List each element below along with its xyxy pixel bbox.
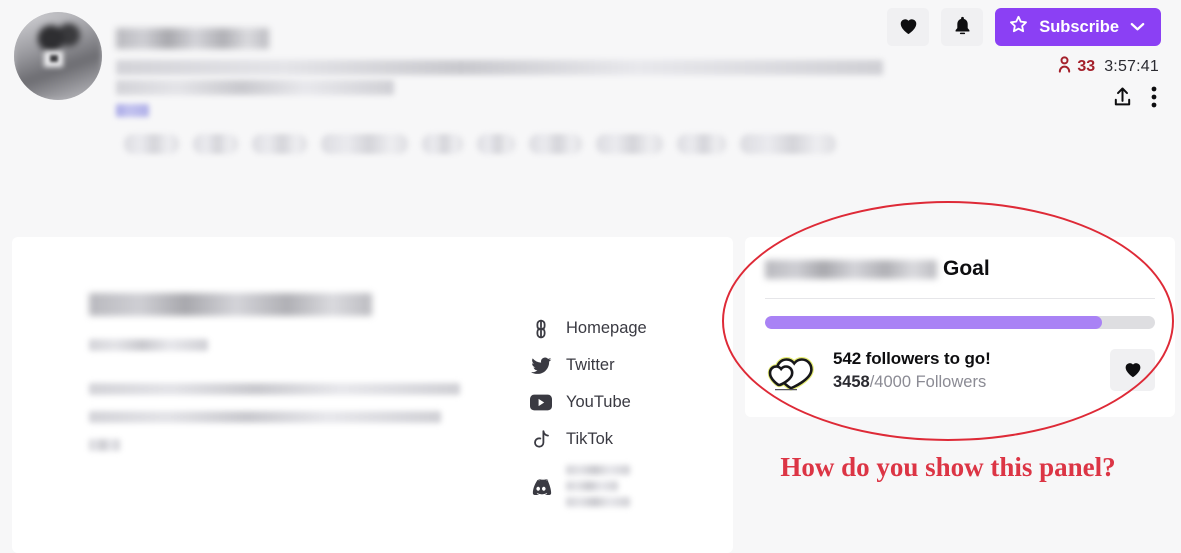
more-options-button[interactable] — [1151, 86, 1157, 111]
goal-current-count: 3458 — [833, 372, 870, 391]
social-link-label: Homepage — [566, 319, 647, 337]
stream-title-line-2: [redacted] — [116, 80, 394, 95]
stream-channel-page: [redacted] [redacted] [redacted] [redact… — [0, 0, 1181, 553]
goal-remaining-text: 542 followers to go! — [833, 348, 991, 368]
avatar-image-detail — [50, 55, 58, 63]
annotation-question: How do you show this panel? — [780, 452, 1116, 482]
stream-title-line-1: [redacted] — [116, 60, 883, 75]
social-link-label: Twitter — [566, 356, 615, 374]
link-icon — [530, 319, 552, 339]
tag-item[interactable]: [redacted] — [596, 134, 663, 154]
tag-item[interactable]: [redacted] — [193, 134, 238, 154]
subscribe-button[interactable]: Subscribe — [995, 8, 1161, 46]
about-heading: [redacted] — [89, 293, 372, 316]
tag-item[interactable]: [redacted] — [124, 134, 179, 154]
goal-progress-bar — [765, 316, 1155, 329]
social-link-label-line — [566, 481, 618, 491]
tag-item[interactable]: [redacted] — [677, 134, 726, 154]
follower-goal-panel: [redacted] Goal 542 followers to go! 345… — [745, 237, 1175, 417]
share-button[interactable] — [1112, 86, 1133, 111]
social-link-label: [redacted] — [566, 465, 630, 475]
about-followers-count: [redacted] — [89, 339, 208, 351]
goal-title-suffix: Goal — [943, 257, 990, 280]
subscribe-label: Subscribe — [1039, 17, 1119, 36]
social-link-label-group: [redacted] — [566, 465, 630, 507]
divider — [765, 298, 1155, 299]
discord-icon — [530, 478, 552, 495]
social-link-discord[interactable]: [redacted] — [530, 458, 647, 514]
goal-text: 542 followers to go! 3458/4000 Followers — [825, 349, 1110, 392]
goal-owner-name: [redacted] — [765, 259, 937, 279]
stream-tags: [redacted] [redacted] [redacted] [redact… — [124, 134, 904, 154]
share-upload-icon — [1112, 86, 1133, 111]
social-link-twitter[interactable]: Twitter — [530, 347, 647, 384]
goal-progress-fill — [765, 316, 1103, 329]
heart-icon — [1123, 360, 1143, 381]
tag-item[interactable]: [redacted] — [740, 134, 836, 154]
follow-button[interactable] — [887, 8, 930, 46]
social-link-homepage[interactable]: Homepage — [530, 310, 647, 347]
tag-item[interactable]: [redacted] — [252, 134, 307, 154]
avatar[interactable] — [14, 12, 102, 100]
goal-title: [redacted] Goal — [765, 255, 1155, 283]
social-link-youtube[interactable]: YouTube — [530, 384, 647, 421]
goal-details: 542 followers to go! 3458/4000 Followers — [765, 347, 1155, 393]
twitter-bird-icon — [530, 357, 552, 375]
about-content: [redacted] [redacted] [redacted] [redact… — [89, 293, 489, 467]
social-link-label-line — [566, 497, 630, 507]
notifications-button[interactable] — [941, 8, 984, 46]
bell-icon — [953, 15, 972, 39]
viewer-count: 33 — [1077, 58, 1096, 75]
star-icon — [1008, 14, 1029, 40]
two-hearts-icon — [765, 347, 825, 393]
social-link-label: YouTube — [566, 393, 631, 411]
tiktok-note-icon — [530, 429, 552, 450]
header-actions: Subscribe — [887, 8, 1161, 46]
secondary-actions — [1112, 86, 1157, 111]
about-description: [redacted] [redacted] [redacted] — [89, 383, 489, 451]
stream-category-link[interactable]: [redacted] — [116, 104, 149, 117]
youtube-icon — [530, 394, 552, 411]
goal-total-count: /4000 Followers — [869, 372, 987, 391]
stream-stats: 33 3:57:41 — [1057, 56, 1159, 78]
channel-name[interactable]: [redacted] — [116, 28, 269, 49]
channel-header: [redacted] [redacted] [redacted] [redact… — [0, 0, 1181, 200]
channel-meta: [redacted] [redacted] [redacted] [redact… — [116, 12, 883, 117]
viewer-count-group: 33 — [1057, 56, 1095, 78]
heart-icon — [898, 16, 919, 38]
about-description-line: [redacted] — [89, 439, 120, 451]
tag-item[interactable]: [redacted] — [321, 134, 408, 154]
about-description-line: [redacted] — [89, 411, 441, 423]
tag-item[interactable]: [redacted] — [422, 134, 463, 154]
about-description-line: [redacted] — [89, 383, 460, 395]
tag-item[interactable]: [redacted] — [529, 134, 582, 154]
person-icon — [1057, 56, 1072, 78]
tag-item[interactable]: [redacted] — [477, 134, 515, 154]
social-link-label: TikTok — [566, 430, 614, 448]
channel-identity: [redacted] [redacted] [redacted] [redact… — [14, 12, 883, 117]
more-vertical-icon — [1151, 86, 1157, 111]
goal-follow-button[interactable] — [1110, 349, 1155, 391]
social-links: Homepage Twitter YouTube TikTok — [530, 310, 647, 514]
stream-uptime: 3:57:41 — [1104, 58, 1159, 75]
goal-progress-text: 3458/4000 Followers — [833, 373, 1110, 392]
chevron-down-icon[interactable] — [1129, 18, 1146, 37]
social-link-tiktok[interactable]: TikTok — [530, 421, 647, 458]
